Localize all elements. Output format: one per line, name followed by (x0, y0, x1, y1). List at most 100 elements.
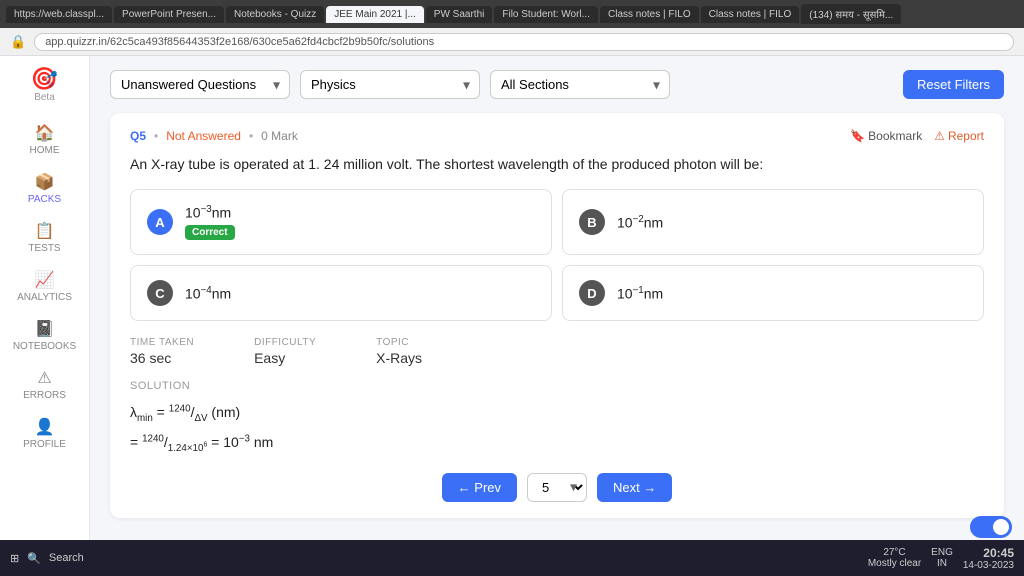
tab-filo[interactable]: Filo Student: Worl... (494, 6, 598, 23)
question-marks: 0 Mark (261, 129, 298, 143)
option-d-content: 10−1nm (617, 285, 663, 302)
sidebar-item-profile[interactable]: 👤 PROFILE (5, 411, 85, 456)
taskbar-lang: ENG IN (931, 547, 953, 569)
toggle-switch[interactable] (970, 516, 1012, 538)
sidebar-label-home: HOME (30, 145, 60, 156)
time-taken-label: TIME TAKEN (130, 337, 194, 348)
question-card: Q5 • Not Answered • 0 Mark 🔖 Bookmark ⚠ … (110, 113, 1004, 518)
solution-section: SOLUTION λmin = 1240/ΔV (nm) = 1240/1.24… (130, 380, 984, 459)
notebooks-icon: 📓 (35, 319, 55, 339)
section-filter[interactable]: All Sections (490, 70, 670, 99)
solution-line1: λmin = 1240/ΔV (nm) (130, 398, 984, 428)
report-icon: ⚠ (934, 129, 945, 143)
taskbar-search-icon[interactable]: 🔍 (27, 552, 41, 565)
pagination: ← Prev 5 Next → (130, 473, 984, 502)
stat-difficulty: DIFFICULTY Easy (254, 337, 316, 366)
option-b-label: B (579, 209, 605, 235)
solution-math: λmin = 1240/ΔV (nm) = 1240/1.24×106 = 10… (130, 398, 984, 459)
sidebar-label-errors: ERRORS (23, 390, 66, 401)
weather-desc: Mostly clear (868, 558, 921, 569)
taskbar-search-label[interactable]: Search (49, 552, 84, 564)
errors-icon: ⚠ (37, 368, 51, 388)
options-grid: A 10−3nm Correct B 10−2nm C (130, 189, 984, 321)
section-filter-wrap: All Sections (490, 70, 670, 99)
bookmark-button[interactable]: 🔖 Bookmark (850, 129, 922, 143)
analytics-icon: 📈 (35, 270, 55, 290)
subject-filter[interactable]: Physics (300, 70, 480, 99)
tab-pw[interactable]: PW Saarthi (426, 6, 493, 23)
meta-dot-1: • (154, 129, 158, 143)
meta-dot-2: • (249, 129, 253, 143)
main-content: Unanswered Questions Physics All Section… (90, 56, 1024, 540)
reset-filters-button[interactable]: Reset Filters (903, 70, 1004, 99)
tab-classnotes2[interactable]: Class notes | FILO (701, 6, 800, 23)
filter-bar: Unanswered Questions Physics All Section… (110, 70, 1004, 99)
next-button[interactable]: Next → (597, 473, 672, 502)
page-select[interactable]: 5 (527, 473, 587, 502)
weather-temp: 27°C (883, 547, 905, 558)
sidebar-item-packs[interactable]: 📦 PACKS (5, 166, 85, 211)
stat-topic: TOPIC X-Rays (376, 337, 422, 366)
logo-text: Beta (34, 92, 55, 103)
difficulty-label: DIFFICULTY (254, 337, 316, 348)
option-c-card[interactable]: C 10−4nm (130, 265, 552, 321)
tests-icon: 📋 (35, 221, 55, 241)
sidebar-item-errors[interactable]: ⚠ ERRORS (5, 362, 85, 407)
question-number: Q5 (130, 129, 146, 143)
url-input[interactable]: app.quizzr.in/62c5ca493f85644353f2e168/6… (34, 33, 1014, 51)
option-d-label: D (579, 280, 605, 306)
option-c-label: C (147, 280, 173, 306)
option-d-card[interactable]: D 10−1nm (562, 265, 984, 321)
taskbar-right: 27°C Mostly clear ENG IN 20:45 14-03-202… (868, 546, 1014, 571)
bookmark-icon: 🔖 (850, 129, 865, 143)
question-text: An X-ray tube is operated at 1. 24 milli… (130, 153, 984, 175)
tab-classnotes1[interactable]: Class notes | FILO (600, 6, 699, 23)
subject-filter-wrap: Physics (300, 70, 480, 99)
solution-line2: = 1240/1.24×106 = 10−3 nm (130, 428, 984, 458)
tab-youtube[interactable]: (134) समय - सूसमि... (801, 4, 901, 24)
tab-jee[interactable]: JEE Main 2021 |... (326, 6, 424, 23)
taskbar: ⊞ 🔍 Search 27°C Mostly clear ENG IN 20:4… (0, 540, 1024, 576)
difficulty-value: Easy (254, 350, 316, 366)
lang-region: IN (937, 558, 947, 569)
correct-badge: Correct (185, 225, 235, 240)
topic-value: X-Rays (376, 350, 422, 366)
lang-label: ENG (931, 547, 953, 558)
sidebar-item-home[interactable]: 🏠 HOME (5, 117, 85, 162)
report-button[interactable]: ⚠ Report (934, 129, 984, 143)
sidebar-label-profile: PROFILE (23, 439, 66, 450)
taskbar-start[interactable]: ⊞ (10, 552, 19, 565)
sidebar-label-tests: TESTS (28, 243, 60, 254)
prev-button[interactable]: ← Prev (442, 473, 517, 502)
app-body: 🎯 Beta 🏠 HOME 📦 PACKS 📋 TESTS 📈 ANALYTIC… (0, 56, 1024, 540)
question-meta: Q5 • Not Answered • 0 Mark 🔖 Bookmark ⚠ … (130, 129, 984, 143)
bookmark-label: Bookmark (868, 129, 922, 143)
option-a-math: 10−3nm (185, 204, 235, 221)
tab-notebooks[interactable]: Notebooks - Quizz (226, 6, 324, 23)
option-a-label: A (147, 209, 173, 235)
option-c-content: 10−4nm (185, 285, 231, 302)
option-a-content: 10−3nm Correct (185, 204, 235, 240)
option-a-card[interactable]: A 10−3nm Correct (130, 189, 552, 255)
taskbar-weather: 27°C Mostly clear (868, 547, 921, 569)
question-filter[interactable]: Unanswered Questions (110, 70, 290, 99)
address-bar: 🔒 app.quizzr.in/62c5ca493f85644353f2e168… (0, 28, 1024, 56)
sidebar-item-analytics[interactable]: 📈 ANALYTICS (5, 264, 85, 309)
taskbar-time: 20:45 14-03-2023 (963, 546, 1014, 571)
time-taken-value: 36 sec (130, 350, 194, 366)
sidebar-item-notebooks[interactable]: 📓 NOTEBOOKS (5, 313, 85, 358)
sidebar-logo: 🎯 Beta (31, 66, 58, 103)
option-b-math: 10−2nm (617, 214, 663, 231)
tab-powerpoint[interactable]: PowerPoint Presen... (114, 6, 224, 23)
sidebar: 🎯 Beta 🏠 HOME 📦 PACKS 📋 TESTS 📈 ANALYTIC… (0, 56, 90, 540)
profile-icon: 👤 (35, 417, 55, 437)
tab-bar: https://web.classpl... PowerPoint Presen… (0, 0, 1024, 28)
question-meta-left: Q5 • Not Answered • 0 Mark (130, 129, 298, 143)
tab-classpl[interactable]: https://web.classpl... (6, 6, 112, 23)
sidebar-item-tests[interactable]: 📋 TESTS (5, 215, 85, 260)
packs-icon: 📦 (35, 172, 55, 192)
logo-icon: 🎯 (31, 66, 58, 92)
option-b-card[interactable]: B 10−2nm (562, 189, 984, 255)
sidebar-label-packs: PACKS (28, 194, 61, 205)
stats-row: TIME TAKEN 36 sec DIFFICULTY Easy TOPIC … (130, 337, 984, 366)
